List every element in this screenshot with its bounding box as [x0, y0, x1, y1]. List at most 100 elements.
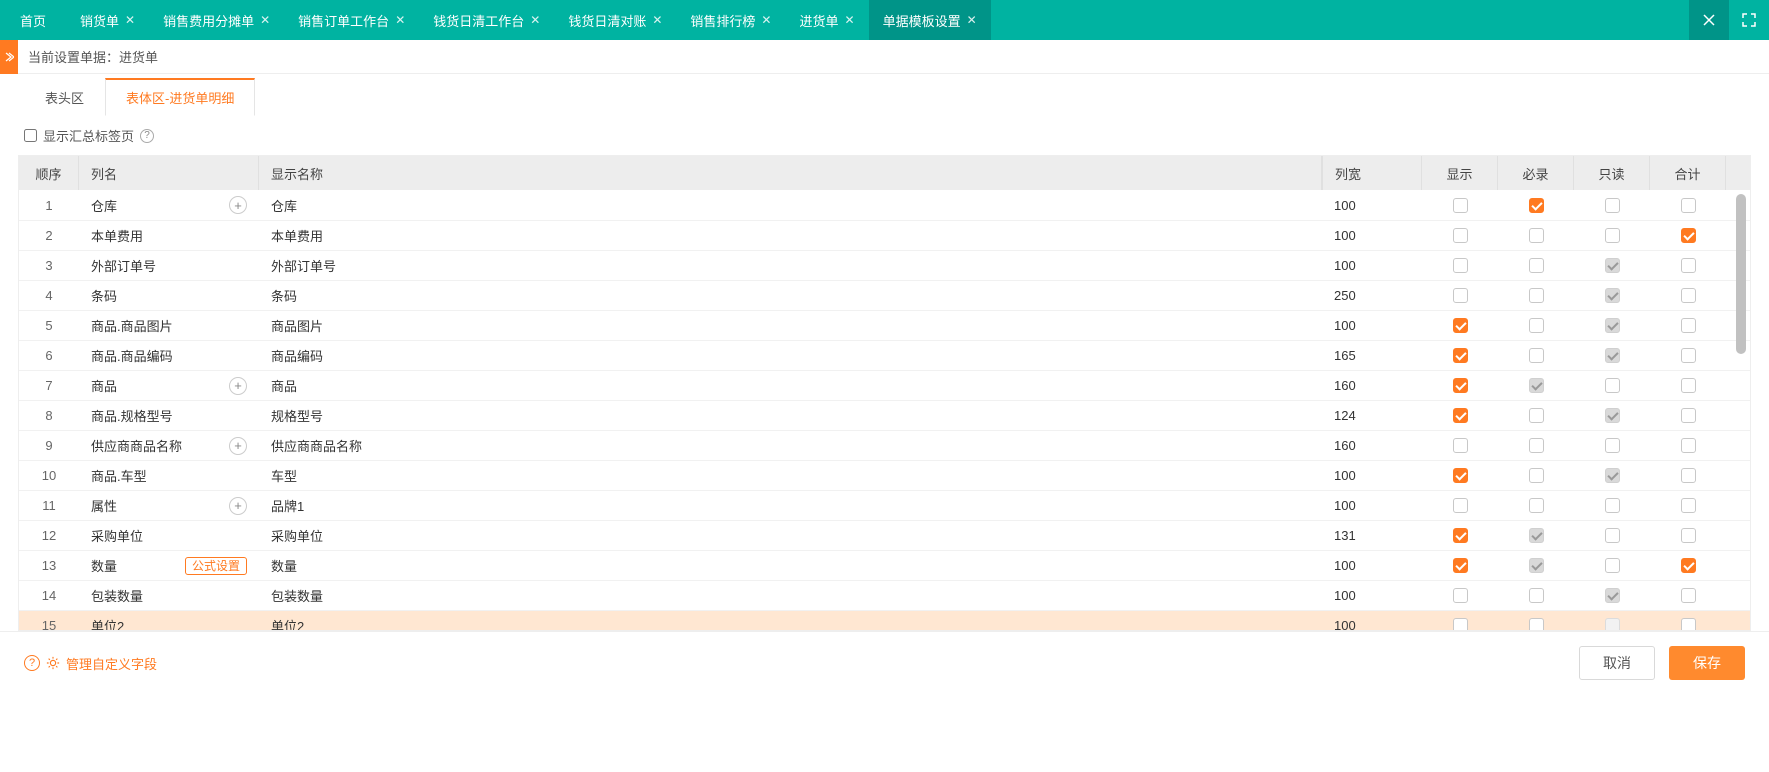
- display-name-cell[interactable]: 采购单位: [259, 521, 1322, 550]
- checkbox[interactable]: [1681, 198, 1696, 213]
- checkbox[interactable]: [1681, 468, 1696, 483]
- table-row[interactable]: 12采购单位采购单位131: [19, 520, 1750, 550]
- width-cell[interactable]: 100: [1322, 611, 1422, 630]
- checkbox[interactable]: [1453, 558, 1468, 573]
- width-cell[interactable]: 165: [1322, 341, 1422, 370]
- close-all-tabs-icon[interactable]: [1689, 0, 1729, 40]
- checkbox[interactable]: [1529, 438, 1544, 453]
- width-cell[interactable]: 100: [1322, 581, 1422, 610]
- table-row[interactable]: 3外部订单号外部订单号100: [19, 250, 1750, 280]
- table-row[interactable]: 5商品.商品图片商品图片100: [19, 310, 1750, 340]
- top-tab[interactable]: 销售费用分摊单✕: [149, 0, 284, 40]
- checkbox[interactable]: [1453, 318, 1468, 333]
- display-name-cell[interactable]: 规格型号: [259, 401, 1322, 430]
- top-tab[interactable]: 进货单✕: [785, 0, 868, 40]
- display-name-cell[interactable]: 数量: [259, 551, 1322, 580]
- width-cell[interactable]: 100: [1322, 221, 1422, 250]
- width-cell[interactable]: 124: [1322, 401, 1422, 430]
- checkbox[interactable]: [1529, 228, 1544, 243]
- checkbox[interactable]: [1529, 348, 1544, 363]
- checkbox[interactable]: [1605, 498, 1620, 513]
- top-tab[interactable]: 销售订单工作台✕: [284, 0, 419, 40]
- fullscreen-icon[interactable]: [1729, 0, 1769, 40]
- checkbox[interactable]: [1453, 258, 1468, 273]
- width-cell[interactable]: 160: [1322, 371, 1422, 400]
- checkbox[interactable]: [1453, 288, 1468, 303]
- width-cell[interactable]: 131: [1322, 521, 1422, 550]
- checkbox[interactable]: [1681, 318, 1696, 333]
- display-name-cell[interactable]: 外部订单号: [259, 251, 1322, 280]
- width-cell[interactable]: 160: [1322, 431, 1422, 460]
- subtab-header-area[interactable]: 表头区: [24, 79, 105, 116]
- checkbox[interactable]: [1529, 198, 1544, 213]
- help-icon[interactable]: ?: [24, 655, 40, 671]
- checkbox[interactable]: [1681, 588, 1696, 603]
- checkbox[interactable]: [1529, 588, 1544, 603]
- checkbox[interactable]: [1453, 468, 1468, 483]
- checkbox[interactable]: [1453, 498, 1468, 513]
- table-row[interactable]: 8商品.规格型号规格型号124: [19, 400, 1750, 430]
- top-tab[interactable]: 销售排行榜✕: [676, 0, 785, 40]
- table-row[interactable]: 1仓库+仓库100: [19, 190, 1750, 220]
- add-icon[interactable]: +: [229, 196, 247, 214]
- top-tab[interactable]: 单据模板设置✕: [869, 0, 991, 40]
- table-row[interactable]: 6商品.商品编码商品编码165: [19, 340, 1750, 370]
- top-tab[interactable]: 钱货日清对账✕: [554, 0, 676, 40]
- width-cell[interactable]: 100: [1322, 551, 1422, 580]
- width-cell[interactable]: 100: [1322, 461, 1422, 490]
- table-row[interactable]: 13数量公式设置数量100: [19, 550, 1750, 580]
- subtab-body-area[interactable]: 表体区-进货单明细: [105, 78, 255, 116]
- show-summary-tab-checkbox[interactable]: [24, 129, 37, 142]
- top-tab[interactable]: 销货单✕: [66, 0, 149, 40]
- display-name-cell[interactable]: 车型: [259, 461, 1322, 490]
- checkbox[interactable]: [1605, 558, 1620, 573]
- checkbox[interactable]: [1453, 438, 1468, 453]
- checkbox[interactable]: [1605, 438, 1620, 453]
- cancel-button[interactable]: 取消: [1579, 646, 1655, 680]
- checkbox[interactable]: [1529, 408, 1544, 423]
- width-cell[interactable]: 100: [1322, 251, 1422, 280]
- table-row[interactable]: 7商品+商品160: [19, 370, 1750, 400]
- table-row[interactable]: 10商品.车型车型100: [19, 460, 1750, 490]
- table-row[interactable]: 15单位2单位2100: [19, 610, 1750, 630]
- checkbox[interactable]: [1605, 378, 1620, 393]
- checkbox[interactable]: [1529, 618, 1544, 630]
- display-name-cell[interactable]: 商品图片: [259, 311, 1322, 340]
- checkbox[interactable]: [1453, 528, 1468, 543]
- checkbox[interactable]: [1529, 318, 1544, 333]
- close-icon[interactable]: ✕: [395, 13, 405, 27]
- checkbox[interactable]: [1681, 348, 1696, 363]
- save-button[interactable]: 保存: [1669, 646, 1745, 680]
- collapse-sidebar-icon[interactable]: [0, 40, 18, 74]
- close-icon[interactable]: ✕: [845, 13, 855, 27]
- close-icon[interactable]: ✕: [761, 13, 771, 27]
- table-row[interactable]: 4条码条码250: [19, 280, 1750, 310]
- checkbox[interactable]: [1605, 198, 1620, 213]
- width-cell[interactable]: 250: [1322, 281, 1422, 310]
- tab-home[interactable]: 首页: [0, 0, 66, 40]
- add-icon[interactable]: +: [229, 497, 247, 515]
- checkbox[interactable]: [1681, 558, 1696, 573]
- display-name-cell[interactable]: 仓库: [259, 190, 1322, 220]
- manage-custom-fields-link[interactable]: 管理自定义字段: [66, 654, 157, 673]
- close-icon[interactable]: ✕: [967, 13, 977, 27]
- checkbox[interactable]: [1453, 588, 1468, 603]
- checkbox[interactable]: [1529, 468, 1544, 483]
- checkbox[interactable]: [1681, 378, 1696, 393]
- display-name-cell[interactable]: 单位2: [259, 611, 1322, 630]
- close-icon[interactable]: ✕: [530, 13, 540, 27]
- checkbox[interactable]: [1681, 618, 1696, 630]
- add-icon[interactable]: +: [229, 437, 247, 455]
- checkbox[interactable]: [1681, 528, 1696, 543]
- checkbox[interactable]: [1681, 438, 1696, 453]
- display-name-cell[interactable]: 条码: [259, 281, 1322, 310]
- width-cell[interactable]: 100: [1322, 311, 1422, 340]
- table-row[interactable]: 9供应商商品名称+供应商商品名称160: [19, 430, 1750, 460]
- close-icon[interactable]: ✕: [652, 13, 662, 27]
- help-icon[interactable]: ?: [140, 129, 154, 143]
- checkbox[interactable]: [1681, 228, 1696, 243]
- formula-settings-badge[interactable]: 公式设置: [185, 557, 247, 575]
- close-icon[interactable]: ✕: [125, 13, 135, 27]
- checkbox[interactable]: [1453, 228, 1468, 243]
- checkbox[interactable]: [1453, 408, 1468, 423]
